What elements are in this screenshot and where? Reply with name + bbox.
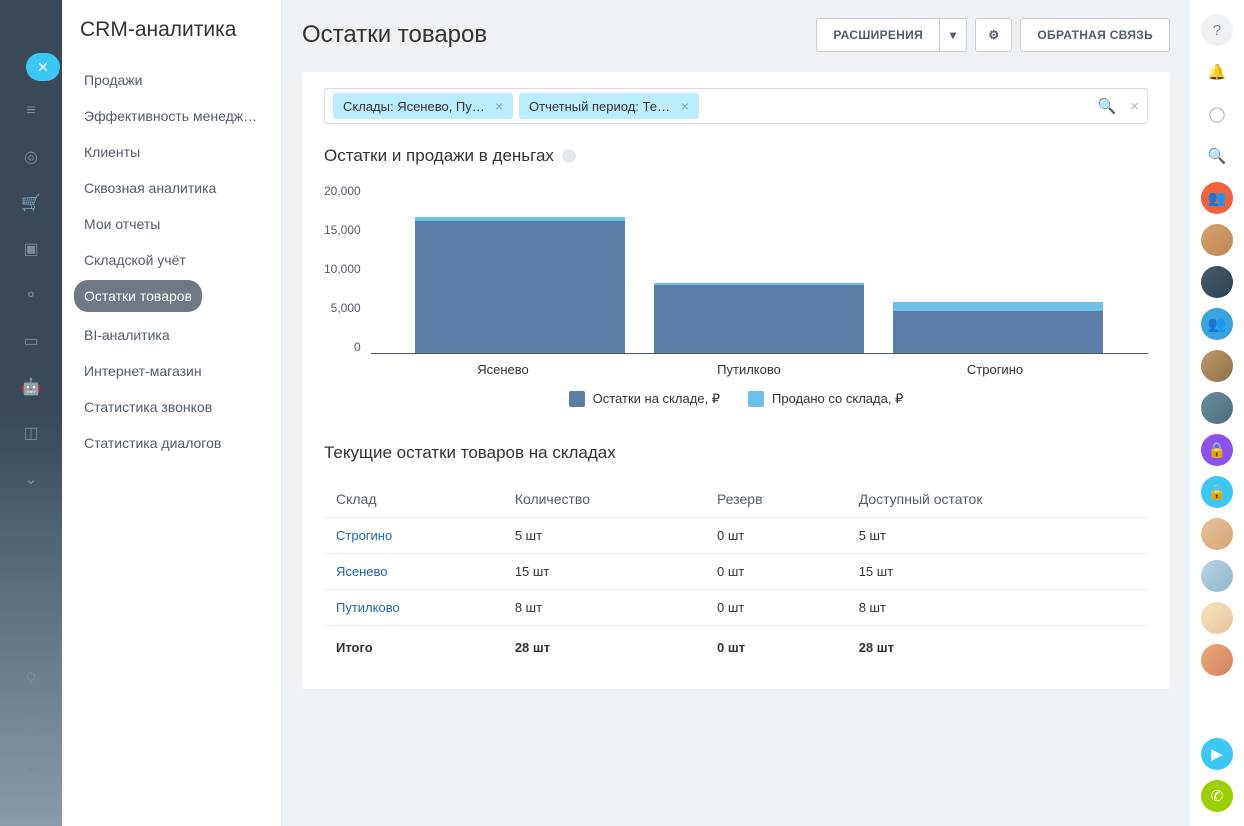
right-rail: ? 🔔 ◯ 🔍 👥 👥 🔒 🔒 ▶ ✆	[1190, 0, 1244, 826]
cart-icon[interactable]: 🛒	[16, 188, 46, 218]
stock-table: Склад Количество Резерв Доступный остато…	[324, 481, 1148, 665]
warehouse-link[interactable]: Ясенево	[324, 554, 503, 590]
video-icon[interactable]: ▶	[1201, 738, 1233, 770]
avatar[interactable]	[1201, 602, 1233, 634]
bell-icon[interactable]: 🔔	[1201, 56, 1233, 88]
main-content: Остатки товаров РАСШИРЕНИЯ ▾ ⚙ ОБРАТНАЯ …	[282, 0, 1190, 826]
avatar[interactable]	[1201, 644, 1233, 676]
th-qty[interactable]: Количество	[503, 481, 705, 518]
contacts-icon[interactable]: 👥	[1201, 182, 1233, 214]
chart-bar[interactable]	[415, 217, 625, 353]
phone-icon[interactable]: ✆	[1201, 780, 1233, 812]
avatar[interactable]	[1201, 560, 1233, 592]
avatar[interactable]	[1201, 518, 1233, 550]
table-total-row: Итого28 шт0 шт28 шт	[324, 626, 1148, 666]
table-row: Ясенево15 шт0 шт15 шт	[324, 554, 1148, 590]
nav-item-sales[interactable]: Продажи	[74, 64, 269, 96]
search-icon[interactable]: 🔍	[1098, 97, 1117, 115]
nav-item-my-reports[interactable]: Мои отчеты	[74, 208, 269, 240]
avatar[interactable]	[1201, 350, 1233, 382]
help-icon[interactable]: ?	[1201, 14, 1233, 46]
clear-filters-icon[interactable]: ×	[1130, 98, 1139, 115]
chevron-down-icon[interactable]: ⌄	[16, 464, 46, 494]
target-icon[interactable]: ◎	[16, 142, 46, 172]
feedback-button[interactable]: ОБРАТНАЯ СВЯЗЬ	[1020, 18, 1170, 52]
search-icon[interactable]: 🔍	[1201, 140, 1233, 172]
group-icon[interactable]: 👥	[1201, 308, 1233, 340]
chart-bar[interactable]	[893, 302, 1103, 353]
section-title-chart: Остатки и продажи в деньгах	[324, 146, 1148, 166]
filter-icon[interactable]: ≡	[16, 96, 46, 126]
plus-icon[interactable]: +	[16, 756, 46, 786]
x-axis-labels: Ясенево Путилково Строгино	[324, 362, 1148, 377]
nav-item-stock-balance[interactable]: Остатки товаров	[74, 280, 202, 312]
section-title-table: Текущие остатки товаров на складах	[324, 443, 1148, 463]
box-icon[interactable]: ◫	[16, 418, 46, 448]
extensions-dropdown[interactable]: ▾	[940, 18, 967, 52]
content-card: Склады: Ясенево, Пути… × Отчетный период…	[302, 72, 1170, 689]
help-icon[interactable]	[562, 149, 576, 163]
extensions-button[interactable]: РАСШИРЕНИЯ	[816, 18, 940, 52]
filter-bar[interactable]: Склады: Ясенево, Пути… × Отчетный период…	[324, 88, 1148, 124]
chart-legend: Остатки на складе, ₽ Продано со склада, …	[324, 391, 1148, 407]
table-row: Путилково8 шт0 шт8 шт	[324, 590, 1148, 626]
th-avail[interactable]: Доступный остаток	[847, 481, 1148, 518]
panel-title: CRM-аналитика	[74, 18, 269, 42]
filter-chip-warehouses[interactable]: Склады: Ясенево, Пути… ×	[333, 93, 513, 119]
chip-close-icon[interactable]: ×	[681, 98, 689, 114]
left-rail: ⌂ ≡ ◎ 🛒 ▣ ⚬ ▭ 🤖 ◫ ⌄ ⚲ ⚙ +	[0, 0, 62, 826]
extensions-button-group: РАСШИРЕНИЯ ▾	[808, 18, 967, 52]
avatar[interactable]	[1201, 392, 1233, 424]
stock-chart: 20,000 15,000 10,000 5,000 0	[324, 184, 1148, 354]
nav-item-through-analytics[interactable]: Сквозная аналитика	[74, 172, 269, 204]
share-icon[interactable]: ⚬	[16, 280, 46, 310]
warehouse-link[interactable]: Путилково	[324, 590, 503, 626]
side-panel: CRM-аналитика Продажи Эффективность мене…	[62, 0, 282, 826]
nav-item-warehouse[interactable]: Складской учёт	[74, 244, 269, 276]
nav-item-online-store[interactable]: Интернет-магазин	[74, 355, 269, 387]
th-warehouse[interactable]: Склад	[324, 481, 503, 518]
chart-plot	[371, 184, 1148, 354]
chip-close-icon[interactable]: ×	[495, 98, 503, 114]
nav-item-bi[interactable]: BI-аналитика	[74, 319, 269, 351]
avatar[interactable]	[1201, 224, 1233, 256]
gear-icon[interactable]: ⚙	[16, 710, 46, 740]
nav-item-clients[interactable]: Клиенты	[74, 136, 269, 168]
sitemap-icon[interactable]: ⚲	[16, 664, 46, 694]
card-icon[interactable]: ▭	[16, 326, 46, 356]
nav-item-dialog-stats[interactable]: Статистика диалогов	[74, 427, 269, 459]
nav-item-managers[interactable]: Эффективность менедж…	[74, 100, 269, 132]
th-reserve[interactable]: Резерв	[705, 481, 847, 518]
legend-item-sold[interactable]: Продано со склада, ₽	[748, 391, 903, 407]
settings-button[interactable]: ⚙	[975, 18, 1012, 52]
robot-icon[interactable]: 🤖	[16, 372, 46, 402]
calendar-icon[interactable]: ▣	[16, 234, 46, 264]
clock-icon[interactable]: ◯	[1201, 98, 1233, 130]
lock-icon[interactable]: 🔒	[1201, 476, 1233, 508]
page-title: Остатки товаров	[302, 21, 808, 49]
lock-icon[interactable]: 🔒	[1201, 434, 1233, 466]
legend-item-stock[interactable]: Остатки на складе, ₽	[569, 391, 720, 407]
table-row: Строгино5 шт0 шт5 шт	[324, 518, 1148, 554]
chart-bar[interactable]	[654, 283, 864, 353]
y-axis: 20,000 15,000 10,000 5,000 0	[324, 184, 371, 354]
avatar[interactable]	[1201, 266, 1233, 298]
chip-label: Склады: Ясенево, Пути…	[343, 99, 487, 114]
legend-swatch-icon	[748, 391, 764, 407]
close-panel-button[interactable]: ✕	[26, 53, 60, 81]
legend-swatch-icon	[569, 391, 585, 407]
nav-item-call-stats[interactable]: Статистика звонков	[74, 391, 269, 423]
main-header: Остатки товаров РАСШИРЕНИЯ ▾ ⚙ ОБРАТНАЯ …	[302, 18, 1170, 52]
warehouse-link[interactable]: Строгино	[324, 518, 503, 554]
chip-label: Отчетный период: Теку…	[529, 99, 673, 114]
filter-chip-period[interactable]: Отчетный период: Теку… ×	[519, 93, 699, 119]
